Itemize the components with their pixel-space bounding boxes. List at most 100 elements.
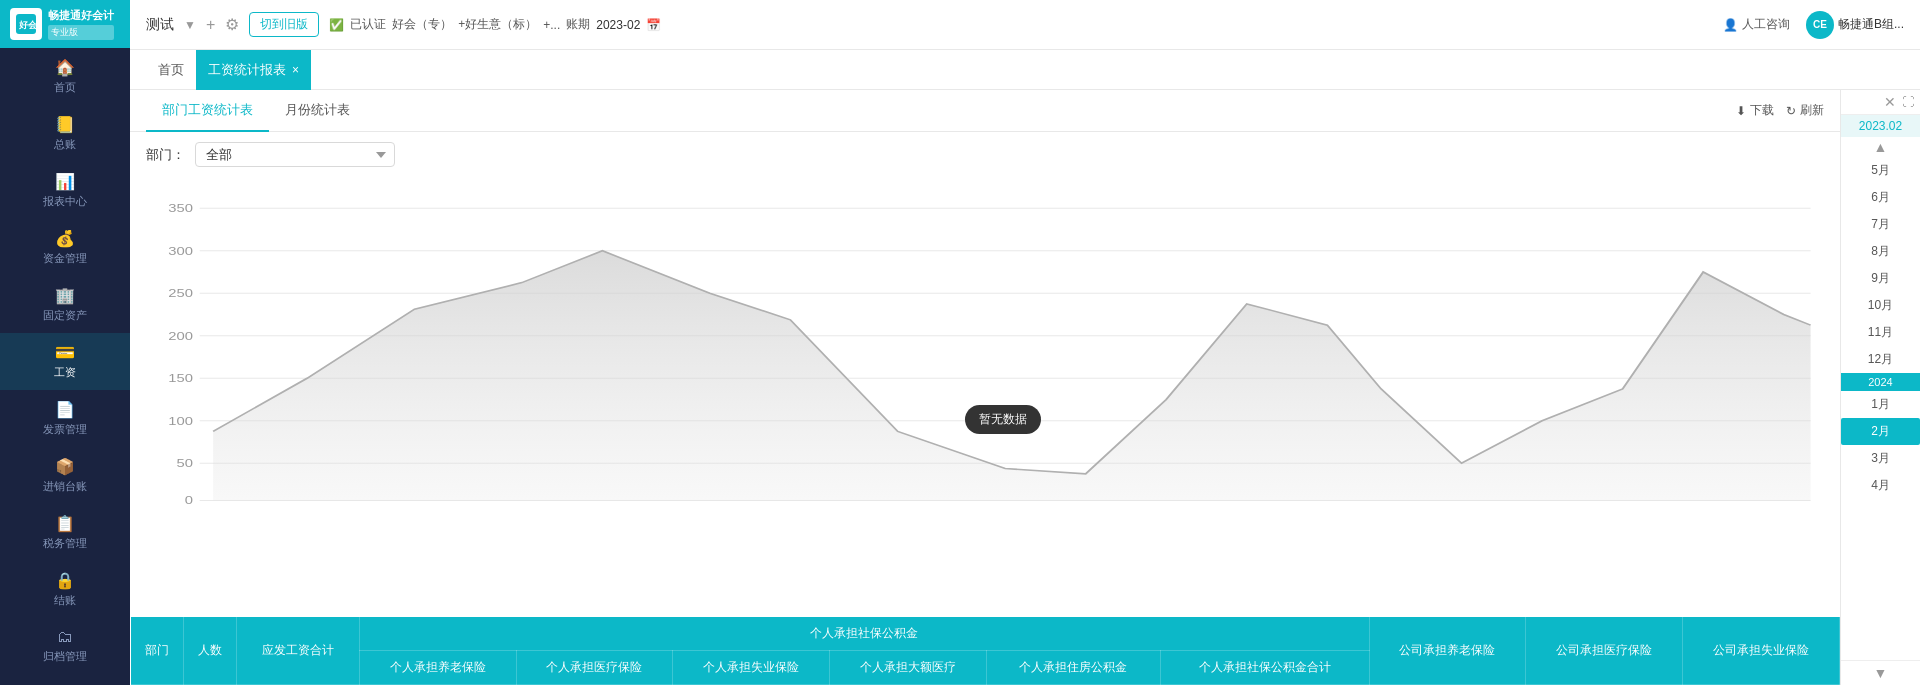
col-dept: 部门 bbox=[131, 617, 184, 685]
sidebar-label-assets: 固定资产 bbox=[43, 308, 87, 323]
sidebar-item-tax[interactable]: 📋 税务管理 bbox=[0, 504, 130, 561]
switch-old-btn[interactable]: 切到旧版 bbox=[249, 12, 319, 37]
main-panel: 部门工资统计表 月份统计表 ⬇ 下载 ↻ 刷新 部门： bbox=[130, 90, 1840, 685]
salary-table: 部门 人数 应发工资合计 个人承担社保公积金 公司承担养老保险 公司承担医疗保险… bbox=[130, 616, 1840, 685]
panel-close-btn[interactable]: ✕ bbox=[1884, 94, 1896, 110]
close-period-icon: 🔒 bbox=[55, 571, 75, 590]
panel-close-bar: ✕ ⛶ bbox=[1841, 90, 1920, 115]
col-personal-major-medical: 个人承担大额医疗 bbox=[830, 651, 987, 685]
assets-icon: 🏢 bbox=[55, 286, 75, 305]
sidebar-label-home: 首页 bbox=[54, 80, 76, 95]
refresh-label: 刷新 bbox=[1800, 102, 1824, 119]
home-icon: 🏠 bbox=[55, 58, 75, 77]
sidebar-label-reports: 报表中心 bbox=[43, 194, 87, 209]
ledger-icon: 📒 bbox=[55, 115, 75, 134]
month-2023-7[interactable]: 7月 bbox=[1841, 211, 1920, 238]
sidebar-label-invoice: 发票管理 bbox=[43, 422, 87, 437]
funds-icon: 💰 bbox=[55, 229, 75, 248]
svg-text:350: 350 bbox=[168, 202, 193, 215]
sidebar-item-archive[interactable]: 🗂 归档管理 bbox=[0, 618, 130, 674]
month-2023-6[interactable]: 6月 bbox=[1841, 184, 1920, 211]
sidebar-label-tax: 税务管理 bbox=[43, 536, 87, 551]
period-label: 账期 bbox=[566, 16, 590, 33]
sidebar-label-funds: 资金管理 bbox=[43, 251, 87, 266]
month-2024-4[interactable]: 4月 bbox=[1841, 472, 1920, 499]
table-area: 部门 人数 应发工资合计 个人承担社保公积金 公司承担养老保险 公司承担医疗保险… bbox=[130, 616, 1840, 685]
svg-text:好会: 好会 bbox=[18, 20, 36, 30]
main-area: 测试 ▼ + ⚙ 切到旧版 ✅ 已认证 好会（专） +好生意（标） +... 账… bbox=[130, 0, 1920, 685]
svg-text:0: 0 bbox=[185, 493, 193, 506]
panel-expand-btn[interactable]: ⛶ bbox=[1902, 95, 1914, 109]
col-group-personal: 个人承担社保公积金 bbox=[359, 617, 1369, 651]
nav-up-icon[interactable]: ▲ bbox=[1874, 139, 1888, 155]
tab-home[interactable]: 首页 bbox=[146, 50, 196, 90]
sidebar-item-funds[interactable]: 💰 资金管理 bbox=[0, 219, 130, 276]
svg-text:100: 100 bbox=[168, 414, 193, 427]
user-avatar-area[interactable]: CE 畅捷通B组... bbox=[1806, 11, 1904, 39]
sidebar-item-close[interactable]: 🔒 结账 bbox=[0, 561, 130, 618]
month-list: 5月 6月 7月 8月 9月 10月 11月 12月 2024 1月 2月 3月… bbox=[1841, 157, 1920, 660]
col-personal-unemployment: 个人承担失业保险 bbox=[673, 651, 830, 685]
gear-icon[interactable]: ⚙ bbox=[225, 15, 239, 34]
col-company-pension: 公司承担养老保险 bbox=[1369, 617, 1526, 685]
month-2023-12[interactable]: 12月 bbox=[1841, 346, 1920, 373]
col-personal-housing-fund: 个人承担住房公积金 bbox=[986, 651, 1160, 685]
sidebar-label-archive: 归档管理 bbox=[43, 649, 87, 664]
sidebar-label-close: 结账 bbox=[54, 593, 76, 608]
month-2023-10[interactable]: 10月 bbox=[1841, 292, 1920, 319]
tab-payroll-report[interactable]: 工资统计报表 × bbox=[196, 50, 311, 90]
sidebar-label-ledger: 总账 bbox=[54, 137, 76, 152]
month-2023-9[interactable]: 9月 bbox=[1841, 265, 1920, 292]
sidebar-item-reports[interactable]: 📊 报表中心 bbox=[0, 162, 130, 219]
month-2023-11[interactable]: 11月 bbox=[1841, 319, 1920, 346]
dropdown-arrow-icon[interactable]: ▼ bbox=[184, 18, 196, 32]
tab-bar: 首页 工资统计报表 × bbox=[130, 50, 1920, 90]
dept-filter-label: 部门： bbox=[146, 146, 185, 164]
col-count: 人数 bbox=[184, 617, 237, 685]
col-personal-pension: 个人承担养老保险 bbox=[359, 651, 516, 685]
sidebar-item-assets[interactable]: 🏢 固定资产 bbox=[0, 276, 130, 333]
svg-text:150: 150 bbox=[168, 372, 193, 385]
app-badge: 专业版 bbox=[48, 25, 114, 40]
certified-text: 已认证 bbox=[350, 16, 386, 33]
help-icon: 👤 bbox=[1723, 18, 1738, 32]
avatar: CE bbox=[1806, 11, 1834, 39]
tab-close-icon[interactable]: × bbox=[292, 63, 299, 77]
sidebar-item-home[interactable]: 🏠 首页 bbox=[0, 48, 130, 105]
download-label: 下载 bbox=[1750, 102, 1774, 119]
month-2024-1[interactable]: 1月 bbox=[1841, 391, 1920, 418]
month-2023-8[interactable]: 8月 bbox=[1841, 238, 1920, 265]
sidebar-item-settings[interactable]: ⚙ 设置 bbox=[0, 674, 130, 685]
subtab-dept[interactable]: 部门工资统计表 bbox=[146, 90, 269, 132]
refresh-btn[interactable]: ↻ 刷新 bbox=[1786, 102, 1824, 119]
sidebar-label-payroll: 工资 bbox=[54, 365, 76, 380]
subtab-actions: ⬇ 下载 ↻ 刷新 bbox=[1736, 102, 1824, 119]
col-total-salary: 应发工资合计 bbox=[237, 617, 359, 685]
download-btn[interactable]: ⬇ 下载 bbox=[1736, 102, 1774, 119]
month-2024-3[interactable]: 3月 bbox=[1841, 445, 1920, 472]
col-personal-medical: 个人承担医疗保险 bbox=[516, 651, 673, 685]
calendar-icon[interactable]: 📅 bbox=[646, 18, 661, 32]
month-2023-5[interactable]: 5月 bbox=[1841, 157, 1920, 184]
current-date-display: 2023.02 bbox=[1841, 115, 1920, 137]
nav-down-icon[interactable]: ▼ bbox=[1874, 665, 1888, 681]
help-button[interactable]: 👤 人工咨询 bbox=[1723, 16, 1790, 33]
user-name: 畅捷通B组... bbox=[1838, 16, 1904, 33]
period-value: 2023-02 bbox=[596, 18, 640, 32]
svg-text:300: 300 bbox=[168, 244, 193, 257]
sidebar-item-ledger[interactable]: 📒 总账 bbox=[0, 105, 130, 162]
refresh-icon: ↻ bbox=[1786, 104, 1796, 118]
sidebar: 好会 畅捷通好会计 专业版 🏠 首页 📒 总账 📊 报表中心 💰 资金管理 🏢 … bbox=[0, 0, 130, 685]
month-2024-2[interactable]: 2月 bbox=[1841, 418, 1920, 445]
panel-nav-down: ▼ bbox=[1841, 660, 1920, 685]
col-company-unemployment: 公司承担失业保险 bbox=[1683, 617, 1840, 685]
dept-filter-select[interactable]: 全部 销售部 财务部 技术部 bbox=[195, 142, 395, 167]
sidebar-item-inventory[interactable]: 📦 进销台账 bbox=[0, 447, 130, 504]
filter-bar: 部门： 全部 销售部 财务部 技术部 bbox=[130, 132, 1840, 177]
sidebar-item-payroll[interactable]: 💳 工资 bbox=[0, 333, 130, 390]
add-icon[interactable]: + bbox=[206, 16, 215, 34]
sidebar-item-invoice[interactable]: 📄 发票管理 bbox=[0, 390, 130, 447]
plan-text: 好会（专） bbox=[392, 16, 452, 33]
subtab-month[interactable]: 月份统计表 bbox=[269, 90, 366, 132]
plan-extra2: +... bbox=[543, 18, 560, 32]
